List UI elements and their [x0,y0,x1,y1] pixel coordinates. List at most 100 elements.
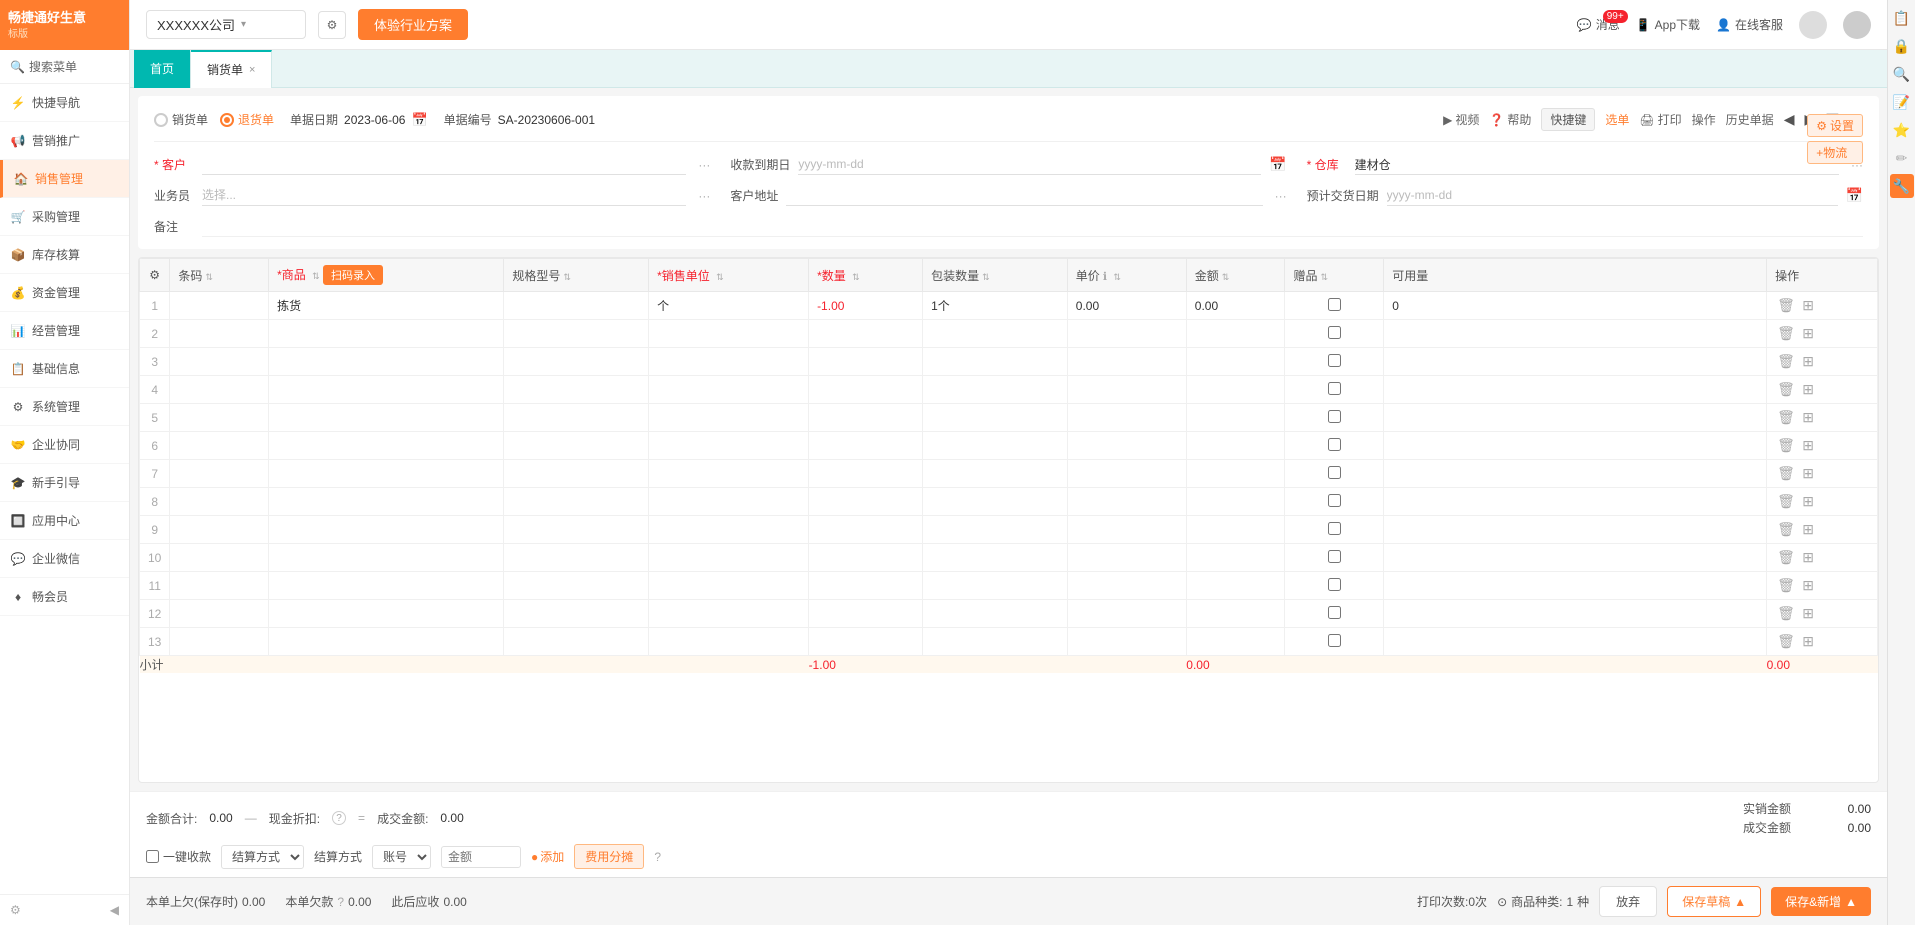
expense-split-btn[interactable]: 费用分摊 [574,844,644,869]
row-spec[interactable] [504,488,649,516]
row-gift[interactable] [1285,376,1384,404]
row-unit[interactable] [649,516,809,544]
row-product[interactable] [269,516,504,544]
row-qty[interactable] [809,544,923,572]
row-gift[interactable] [1285,432,1384,460]
row-price[interactable] [1067,600,1186,628]
select-btn[interactable]: 选单 [1605,111,1629,128]
row-delete-icon[interactable]: 🗑 [1777,297,1795,313]
row-pkg-qty[interactable] [923,432,1068,460]
sidebar-item-app-center[interactable]: 🔲 应用中心 [0,502,129,540]
row-product[interactable] [269,600,504,628]
row-price[interactable]: 0.00 [1067,292,1186,320]
row-copy-icon[interactable]: ⊞ [1802,353,1814,369]
help-btn[interactable]: ❓ 帮助 [1489,111,1531,128]
row-amount[interactable] [1186,544,1285,572]
row-unit[interactable] [649,544,809,572]
row-qty[interactable] [809,432,923,460]
row-gift[interactable] [1285,320,1384,348]
one-click-payment-input[interactable] [146,850,159,863]
row-spec[interactable] [504,376,649,404]
settings-button[interactable]: ⚙ [318,11,346,39]
row-delete-icon[interactable]: 🗑 [1777,493,1795,509]
salesperson-input[interactable] [202,185,686,206]
row-unit[interactable] [649,432,809,460]
account-select[interactable]: 账号 [372,845,431,869]
right-panel-icon-2[interactable]: 🔒 [1890,34,1914,58]
due-date-input[interactable] [798,154,1261,175]
row-delete-icon[interactable]: 🗑 [1777,381,1795,397]
row-product[interactable] [269,376,504,404]
row-unit[interactable] [649,628,809,656]
row-amount[interactable]: 0.00 [1186,292,1285,320]
row-gift[interactable] [1285,600,1384,628]
row-spec[interactable] [504,320,649,348]
row-pkg-qty[interactable] [923,572,1068,600]
row-unit[interactable] [649,600,809,628]
save-draft-btn[interactable]: 保存草稿 ▲ [1667,886,1761,917]
row-qty[interactable] [809,600,923,628]
row-delete-icon[interactable]: 🗑 [1777,409,1795,425]
row-price[interactable] [1067,376,1186,404]
row-price[interactable] [1067,432,1186,460]
row-gift[interactable] [1285,516,1384,544]
row-spec[interactable] [504,572,649,600]
row-copy-icon[interactable]: ⊞ [1802,577,1814,593]
address-more-icon[interactable]: ··· [1275,189,1287,203]
row-barcode[interactable] [170,404,269,432]
th-settings[interactable]: ⚙ [140,259,170,292]
online-service-button[interactable]: 👤 在线客服 [1716,16,1783,33]
row-pkg-qty[interactable] [923,376,1068,404]
avatar2[interactable] [1843,11,1871,39]
right-panel-icon-6[interactable]: ✏ [1890,146,1914,170]
row-spec[interactable] [504,292,649,320]
row-unit[interactable] [649,376,809,404]
row-qty[interactable] [809,488,923,516]
due-date-calendar-icon[interactable]: 📅 [1269,156,1286,173]
discard-btn[interactable]: 放弃 [1599,886,1657,917]
row-price[interactable] [1067,460,1186,488]
row-barcode[interactable] [170,320,269,348]
row-delete-icon[interactable]: 🗑 [1777,633,1795,649]
row-copy-icon[interactable]: ⊞ [1802,465,1814,481]
row-amount[interactable] [1186,628,1285,656]
remark-input[interactable] [202,216,1863,237]
sidebar-item-system[interactable]: ⚙ 系统管理 [0,388,129,426]
sidebar-item-marketing[interactable]: 📢 营销推广 [0,122,129,160]
row-barcode[interactable] [170,292,269,320]
row-product[interactable] [269,432,504,460]
sidebar-collapse-icon[interactable]: ◀ [110,903,119,917]
row-gift[interactable] [1285,460,1384,488]
row-qty[interactable] [809,348,923,376]
row-copy-icon[interactable]: ⊞ [1802,633,1814,649]
row-barcode[interactable] [170,628,269,656]
row-copy-icon[interactable]: ⊞ [1802,381,1814,397]
row-product[interactable] [269,544,504,572]
row-qty[interactable] [809,320,923,348]
row-unit[interactable] [649,460,809,488]
customer-address-input[interactable] [786,185,1262,206]
message-button[interactable]: 💬 消息 99+ [1577,16,1620,33]
row-price[interactable] [1067,544,1186,572]
table-wrapper[interactable]: ⚙ 条码⇅ *商品 ⇅ 扫码录入 规格型号⇅ [139,258,1878,782]
sidebar-item-vip[interactable]: ♦ 畅会员 [0,578,129,616]
row-amount[interactable] [1186,460,1285,488]
row-delete-icon[interactable]: 🗑 [1777,437,1795,453]
product-type[interactable]: ⊙ 商品种类: 1 种 [1497,893,1589,910]
row-barcode[interactable] [170,460,269,488]
row-amount[interactable] [1186,488,1285,516]
row-amount[interactable] [1186,376,1285,404]
print-btn[interactable]: 🖨 打印 [1639,111,1681,128]
row-amount[interactable] [1186,572,1285,600]
row-price[interactable] [1067,628,1186,656]
row-price[interactable] [1067,320,1186,348]
sidebar-item-enterprise[interactable]: 🤝 企业协同 [0,426,129,464]
sidebar-item-finance[interactable]: 💰 资金管理 [0,274,129,312]
save-new-btn[interactable]: 保存&新增 ▲ [1771,887,1871,916]
scan-button[interactable]: 扫码录入 [323,265,383,285]
app-download-button[interactable]: 📱 App下载 [1636,16,1700,33]
sidebar-item-operations[interactable]: 📊 经营管理 [0,312,129,350]
row-barcode[interactable] [170,600,269,628]
row-spec[interactable] [504,600,649,628]
row-price[interactable] [1067,516,1186,544]
